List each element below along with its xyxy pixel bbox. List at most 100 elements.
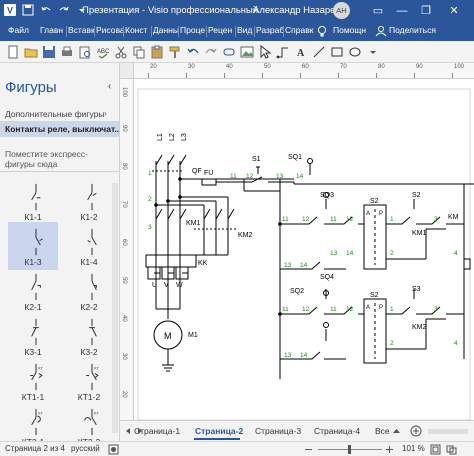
copy-icon[interactable] xyxy=(132,45,146,59)
page-count[interactable]: Страница 2 из 4 xyxy=(5,444,65,453)
label-km2: KM2 xyxy=(238,232,253,239)
connector-icon[interactable] xyxy=(276,45,290,59)
ribbon-display-icon[interactable]: ▭ xyxy=(370,3,386,19)
redo-icon[interactable] xyxy=(204,45,218,59)
tab-view[interactable]: Вид xyxy=(237,25,252,35)
hyperlink-icon[interactable] xyxy=(222,45,236,59)
tab-page-1[interactable]: Страница-1 xyxy=(134,426,180,436)
tab-developer[interactable]: Разраб xyxy=(256,25,284,35)
tab-draw[interactable]: Рисова xyxy=(96,25,125,35)
share-button[interactable]: Поделиться xyxy=(389,25,436,35)
insert-picture-icon[interactable] xyxy=(240,45,254,59)
redo-icon[interactable] xyxy=(58,4,70,16)
stencil-shape[interactable]: К1-2 xyxy=(64,177,114,225)
stencil-shape[interactable]: К2-2 xyxy=(64,267,114,315)
chevron-up-icon[interactable] xyxy=(393,428,400,434)
tab-review[interactable]: Рецен xyxy=(208,25,232,35)
wire-number: 12 xyxy=(346,306,354,313)
more-shapes-link[interactable]: Дополнительные фигуры xyxy=(5,109,104,119)
rectangle-tool-icon[interactable] xyxy=(330,45,344,59)
tab-all-pages[interactable]: Все xyxy=(375,426,390,436)
language[interactable]: русский xyxy=(71,444,100,453)
macro-record-icon[interactable] xyxy=(108,444,119,455)
stencil-shape[interactable]: К1-3 xyxy=(8,222,58,270)
chevron-right-icon[interactable]: › xyxy=(104,109,107,118)
horizontal-scrollbar[interactable] xyxy=(428,429,468,434)
cut-icon[interactable] xyxy=(114,45,128,59)
close-button[interactable]: ✕ xyxy=(446,3,462,19)
lightbulb-icon[interactable] xyxy=(317,25,327,38)
save-icon[interactable] xyxy=(42,45,56,59)
schematic-diagram[interactable]: L1 L2 L3 QF FU KM1 KM2 KK U V W M M1 S1 … xyxy=(134,79,474,420)
label-s2-row2: S2 xyxy=(370,292,379,299)
ruler-tick xyxy=(148,73,149,78)
ellipse-tool-icon[interactable] xyxy=(348,45,362,59)
contact-symbol-icon xyxy=(87,228,97,256)
minimize-button[interactable]: — xyxy=(394,3,410,19)
tab-page-4[interactable]: Страница-4 xyxy=(314,426,360,436)
text-tool-icon[interactable]: A xyxy=(294,45,308,59)
fit-page-icon[interactable] xyxy=(430,444,441,455)
horizontal-ruler[interactable]: 20 30 40 50 60 70 80 90 100 xyxy=(120,63,474,79)
scroll-left-icon[interactable] xyxy=(124,427,132,435)
shapes-pane-title: Фигуры xyxy=(5,79,57,96)
label-km-edge: KM xyxy=(448,214,459,221)
format-painter-icon[interactable] xyxy=(168,45,182,59)
stencil-shape[interactable]: К1-4 xyxy=(64,222,114,270)
stencil-shape[interactable]: К2-1 xyxy=(8,267,58,315)
switch-windows-icon[interactable] xyxy=(446,444,457,455)
open-folder-icon[interactable] xyxy=(24,45,38,59)
add-page-icon[interactable] xyxy=(410,425,422,437)
drawing-canvas[interactable]: L1 L2 L3 QF FU KM1 KM2 KK U V W M M1 S1 … xyxy=(134,79,474,420)
zoom-level[interactable]: 101 % xyxy=(402,444,425,453)
ruler-tick-label: 70 xyxy=(121,201,127,208)
spelling-icon[interactable]: ABC xyxy=(96,45,110,59)
tab-insert[interactable]: Вставк xyxy=(68,25,95,35)
stencil-shape-label: К2-1 xyxy=(24,302,42,312)
share-icon[interactable] xyxy=(375,25,387,37)
restore-button[interactable]: ❐ xyxy=(418,3,434,19)
print-preview-icon[interactable] xyxy=(78,45,92,59)
wire-number: 3 xyxy=(434,306,438,313)
contact-symbol-icon: KT xyxy=(30,363,44,391)
tab-design[interactable]: Конст xyxy=(125,25,148,35)
vertical-ruler[interactable]: 100 90 80 70 60 50 40 30 20 xyxy=(120,79,134,420)
stencil-header[interactable]: Контакты реле, выключат... xyxy=(0,121,119,137)
pane-divider xyxy=(0,171,119,172)
paste-icon[interactable] xyxy=(150,45,164,59)
zoom-out-icon[interactable] xyxy=(303,444,314,455)
stencil-shape[interactable]: KT КТ1-1 xyxy=(8,357,58,405)
tell-me-button[interactable]: Помощн xyxy=(333,25,366,35)
contact-symbol-icon: KT xyxy=(86,363,100,391)
zoom-slider-thumb[interactable] xyxy=(348,445,351,454)
ribbon-tabs: Файл Главн Вставк Рисова Конст Данны Про… xyxy=(0,22,474,41)
print-icon[interactable] xyxy=(60,45,74,59)
contact-symbol-icon xyxy=(89,318,97,346)
line-tool-icon[interactable] xyxy=(312,45,326,59)
pane-scrollbar[interactable] xyxy=(112,183,118,433)
tab-file[interactable]: Файл xyxy=(8,25,29,35)
stencil-shape[interactable]: KT КТ1-2 xyxy=(64,357,114,405)
tab-page-3[interactable]: Страница-3 xyxy=(255,426,301,436)
stencil-shape-label: К1-2 xyxy=(80,212,98,222)
undo-icon[interactable] xyxy=(186,45,200,59)
tab-data[interactable]: Данны xyxy=(153,25,179,35)
save-icon[interactable] xyxy=(22,4,34,16)
tab-page-2[interactable]: Страница-2 xyxy=(195,426,243,436)
dropdown-icon[interactable] xyxy=(366,45,380,59)
stencil-shape[interactable]: К3-1 xyxy=(8,312,58,360)
undo-icon[interactable] xyxy=(40,4,52,16)
tab-home[interactable]: Главн xyxy=(40,25,63,35)
avatar[interactable]: АН xyxy=(333,2,350,19)
wire-number: 14 xyxy=(300,352,308,359)
stencil-shape[interactable]: К3-2 xyxy=(64,312,114,360)
tab-help[interactable]: Справк xyxy=(285,25,313,35)
pointer-tool-icon[interactable] xyxy=(258,45,272,59)
tab-process[interactable]: Проце xyxy=(180,25,205,35)
wire-number: 1 xyxy=(148,170,152,177)
collapse-pane-icon[interactable]: ‹ xyxy=(108,81,111,92)
zoom-in-icon[interactable] xyxy=(384,444,395,455)
stencil-shape[interactable]: К1-1 xyxy=(8,177,58,225)
new-document-icon[interactable] xyxy=(6,45,20,59)
quick-access-toolbar: V xyxy=(4,4,88,16)
